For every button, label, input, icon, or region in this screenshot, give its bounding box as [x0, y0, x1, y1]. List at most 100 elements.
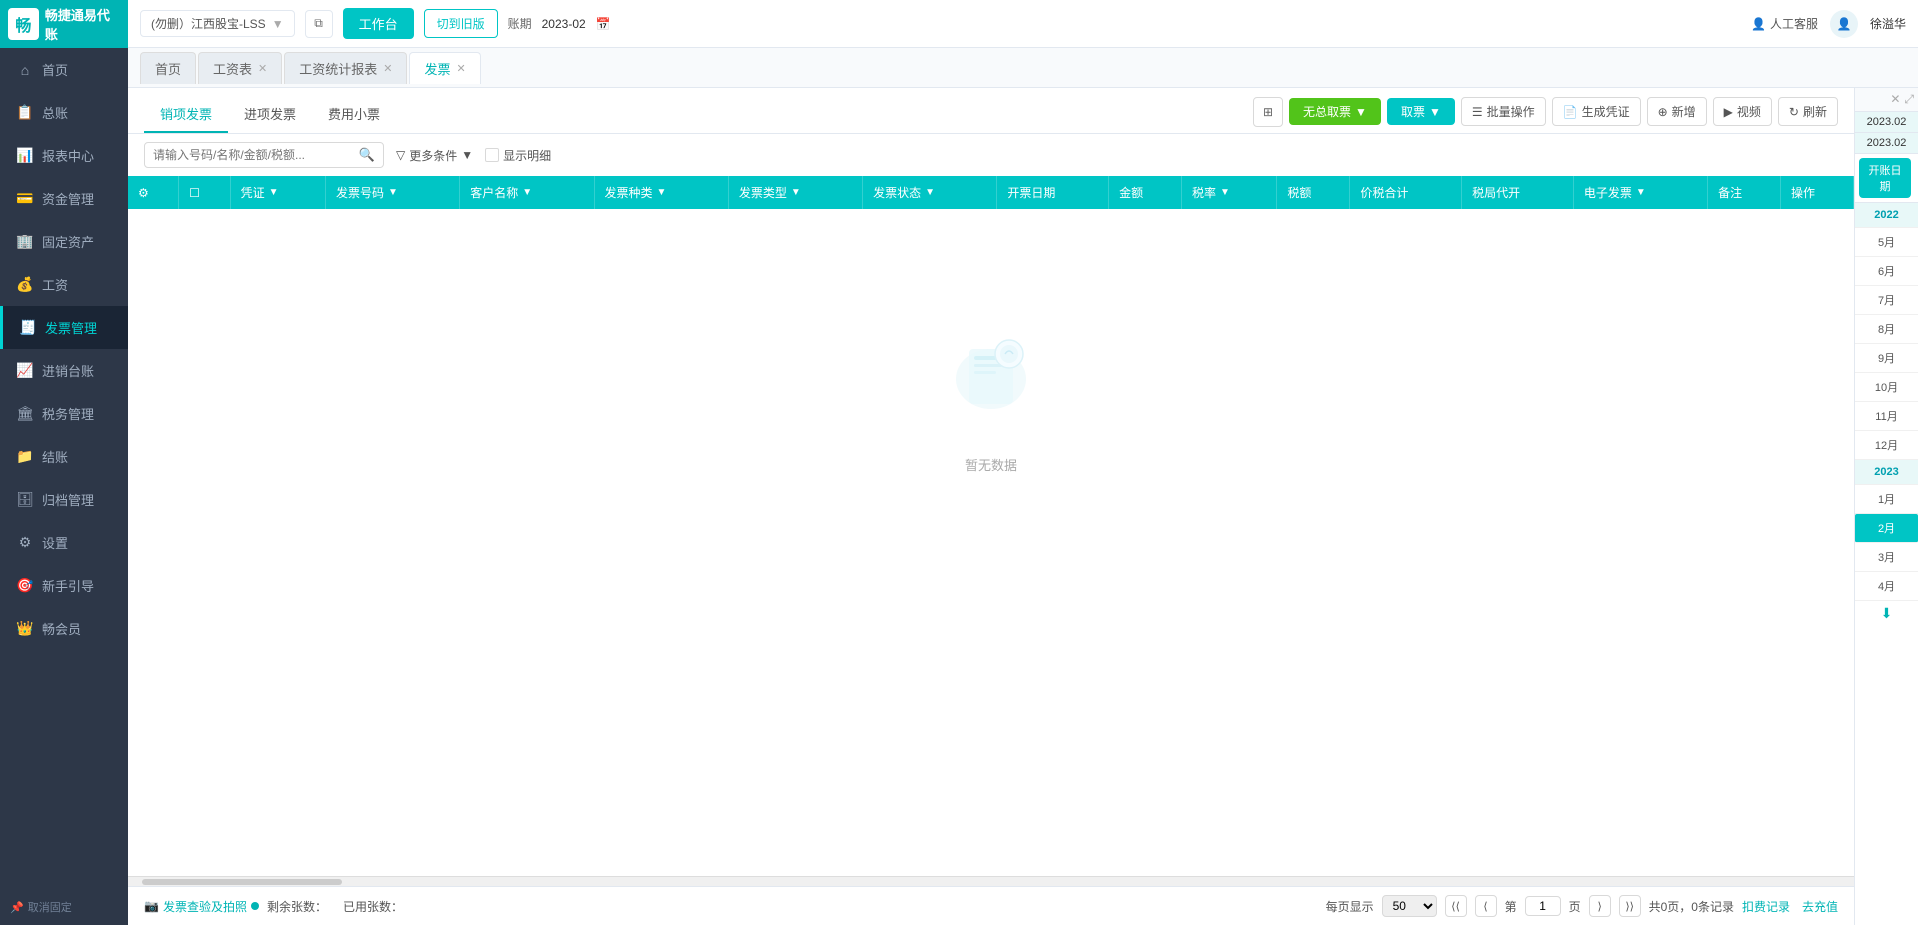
period-icon[interactable]: 📅 — [596, 17, 611, 31]
first-page-button[interactable]: ⟨⟨ — [1445, 895, 1467, 917]
service-button[interactable]: 👤 人工客服 — [1751, 15, 1818, 32]
page-input[interactable] — [1525, 896, 1561, 916]
per-page-select[interactable]: 50 20 100 — [1382, 895, 1437, 917]
more-conditions-button[interactable]: ▽ 更多条件 ▼ — [396, 147, 473, 164]
invoice-check-button[interactable]: 📷 发票查验及拍照 — [144, 898, 259, 915]
sidebar-item-home[interactable]: ⌂ 首页 — [0, 48, 128, 91]
deduct-record-link[interactable]: 扣费记录 — [1742, 898, 1790, 915]
tab-home-label: 首页 — [155, 59, 181, 78]
sidebar-item-label: 发票管理 — [45, 318, 97, 337]
show-detail-checkbox[interactable] — [485, 148, 499, 162]
refresh-icon: ↻ — [1789, 105, 1799, 119]
sidebar-item-settings[interactable]: ⚙ 设置 — [0, 521, 128, 564]
show-detail-checkbox-area[interactable]: 显示明细 — [485, 147, 551, 164]
month-2023-04[interactable]: 4月 — [1855, 572, 1918, 601]
period-label: 账期 — [508, 15, 532, 32]
get-ticket-dropdown-icon: ▼ — [1429, 105, 1441, 119]
sidebar-item-member[interactable]: 👑 畅会员 — [0, 607, 128, 650]
member-icon: 👑 — [16, 620, 34, 637]
sidebar-item-sales[interactable]: 📈 进销台账 — [0, 349, 128, 392]
sub-tab-sales[interactable]: 销项发票 — [144, 96, 228, 133]
recharge-link[interactable]: 去充值 — [1802, 898, 1838, 915]
sidebar-item-invoice[interactable]: 🧾 发票管理 — [0, 306, 128, 349]
col-customer[interactable]: 客户名称▼ — [460, 176, 594, 209]
copy-button[interactable]: ⧉ — [305, 10, 333, 38]
col-tax-bureau: 税局代开 — [1462, 176, 1574, 209]
col-invoice-category[interactable]: 发票类型▼ — [728, 176, 862, 209]
date-scroll-down-icon[interactable]: ⬇ — [1881, 605, 1893, 622]
filter-icon: ▽ — [396, 148, 405, 162]
open-period-button[interactable]: 开账日期 — [1859, 158, 1911, 198]
month-2023-03[interactable]: 3月 — [1855, 543, 1918, 572]
date-panel-expand-icon[interactable]: ⤢ — [1904, 92, 1914, 107]
no-ticket-button[interactable]: 无总取票 ▼ — [1289, 98, 1381, 125]
sidebar-item-payroll[interactable]: 💰 工资 — [0, 263, 128, 306]
tab-home[interactable]: 首页 — [140, 52, 196, 84]
col-voucher[interactable]: 凭证▼ — [230, 176, 325, 209]
next-page-button[interactable]: ⟩ — [1589, 895, 1611, 917]
prev-page-button[interactable]: ⟨ — [1475, 895, 1497, 917]
batch-op-label: 批量操作 — [1487, 103, 1535, 120]
new-button[interactable]: ⊕ 新增 — [1647, 97, 1707, 126]
sidebar-item-assets[interactable]: 🏢 固定资产 — [0, 220, 128, 263]
month-2022-08[interactable]: 8月 — [1855, 315, 1918, 344]
per-page-label: 每页显示 — [1326, 898, 1374, 915]
month-2023-01[interactable]: 1月 — [1855, 485, 1918, 514]
col-settings[interactable]: ⚙ — [128, 176, 179, 209]
video-button[interactable]: ▶ 视频 — [1713, 97, 1772, 126]
col-remark: 备注 — [1708, 176, 1781, 209]
col-invoice-type[interactable]: 发票种类▼ — [594, 176, 728, 209]
sidebar-item-label: 首页 — [42, 60, 68, 79]
date-panel-close-icon[interactable]: ✕ — [1890, 92, 1900, 107]
col-tax-rate[interactable]: 税率▼ — [1182, 176, 1277, 209]
tab-payroll-stats[interactable]: 工资统计报表 ✕ — [284, 52, 407, 84]
month-2022-07[interactable]: 7月 — [1855, 286, 1918, 315]
col-checkbox[interactable]: ☐ — [179, 176, 230, 209]
sidebar-item-label: 总账 — [42, 103, 68, 122]
col-status[interactable]: 发票状态▼ — [863, 176, 997, 209]
settings-icon: ⚙ — [16, 534, 34, 551]
gen-voucher-button[interactable]: 📄 生成凭证 — [1552, 97, 1641, 126]
tab-payroll-stats-close[interactable]: ✕ — [383, 62, 392, 75]
refresh-button[interactable]: ↻ 刷新 — [1778, 97, 1838, 126]
workbench-button[interactable]: 工作台 — [343, 8, 414, 39]
month-2022-10[interactable]: 10月 — [1855, 373, 1918, 402]
tab-invoice-close[interactable]: ✕ — [457, 62, 466, 75]
tab-invoice[interactable]: 发票 ✕ — [409, 52, 480, 84]
tab-payroll[interactable]: 工资表 ✕ — [198, 52, 282, 84]
sub-tab-receipt[interactable]: 费用小票 — [312, 96, 396, 133]
sidebar-item-tax[interactable]: 🏛 税务管理 — [0, 392, 128, 435]
month-2022-12[interactable]: 12月 — [1855, 431, 1918, 460]
horizontal-scrollbar[interactable] — [128, 876, 1854, 886]
sub-tab-purchase[interactable]: 进项发票 — [228, 96, 312, 133]
sidebar-item-label: 固定资产 — [42, 232, 94, 251]
sidebar-footer[interactable]: 📌 取消固定 — [0, 889, 128, 925]
username[interactable]: 徐溢华 — [1870, 15, 1906, 32]
sidebar-item-ledger[interactable]: 📋 总账 — [0, 91, 128, 134]
switch-version-button[interactable]: 切到旧版 — [424, 9, 498, 38]
grid-settings-button[interactable]: ⊞ — [1253, 97, 1283, 127]
search-box[interactable]: 🔍 — [144, 142, 384, 168]
col-invoice-no[interactable]: 发票号码▼ — [325, 176, 459, 209]
tab-payroll-close[interactable]: ✕ — [258, 62, 267, 75]
month-2023-02[interactable]: 2月 — [1855, 514, 1918, 543]
col-electronic[interactable]: 电子发票▼ — [1573, 176, 1707, 209]
sidebar-item-funds[interactable]: 💳 资金管理 — [0, 177, 128, 220]
month-2022-09[interactable]: 9月 — [1855, 344, 1918, 373]
get-ticket-button[interactable]: 取票 ▼ — [1387, 98, 1455, 125]
more-conditions-label: 更多条件 — [409, 147, 457, 164]
month-2022-11[interactable]: 11月 — [1855, 402, 1918, 431]
sidebar-item-guide[interactable]: 🎯 新手引导 — [0, 564, 128, 607]
sidebar-item-close[interactable]: 📁 结账 — [0, 435, 128, 478]
month-2022-06[interactable]: 6月 — [1855, 257, 1918, 286]
company-selector[interactable]: (勿删）江西股宝-LSS ▼ — [140, 10, 295, 37]
sidebar-item-archive[interactable]: 🗄 归档管理 — [0, 478, 128, 521]
get-ticket-label: 取票 — [1401, 103, 1425, 120]
last-page-button[interactable]: ⟩⟩ — [1619, 895, 1641, 917]
search-icon[interactable]: 🔍 — [359, 147, 375, 163]
month-2022-05[interactable]: 5月 — [1855, 228, 1918, 257]
check-label: 发票查验及拍照 — [163, 898, 247, 915]
search-input[interactable] — [153, 148, 353, 162]
batch-op-button[interactable]: ☰ 批量操作 — [1461, 97, 1546, 126]
sidebar-item-reports[interactable]: 📊 报表中心 — [0, 134, 128, 177]
